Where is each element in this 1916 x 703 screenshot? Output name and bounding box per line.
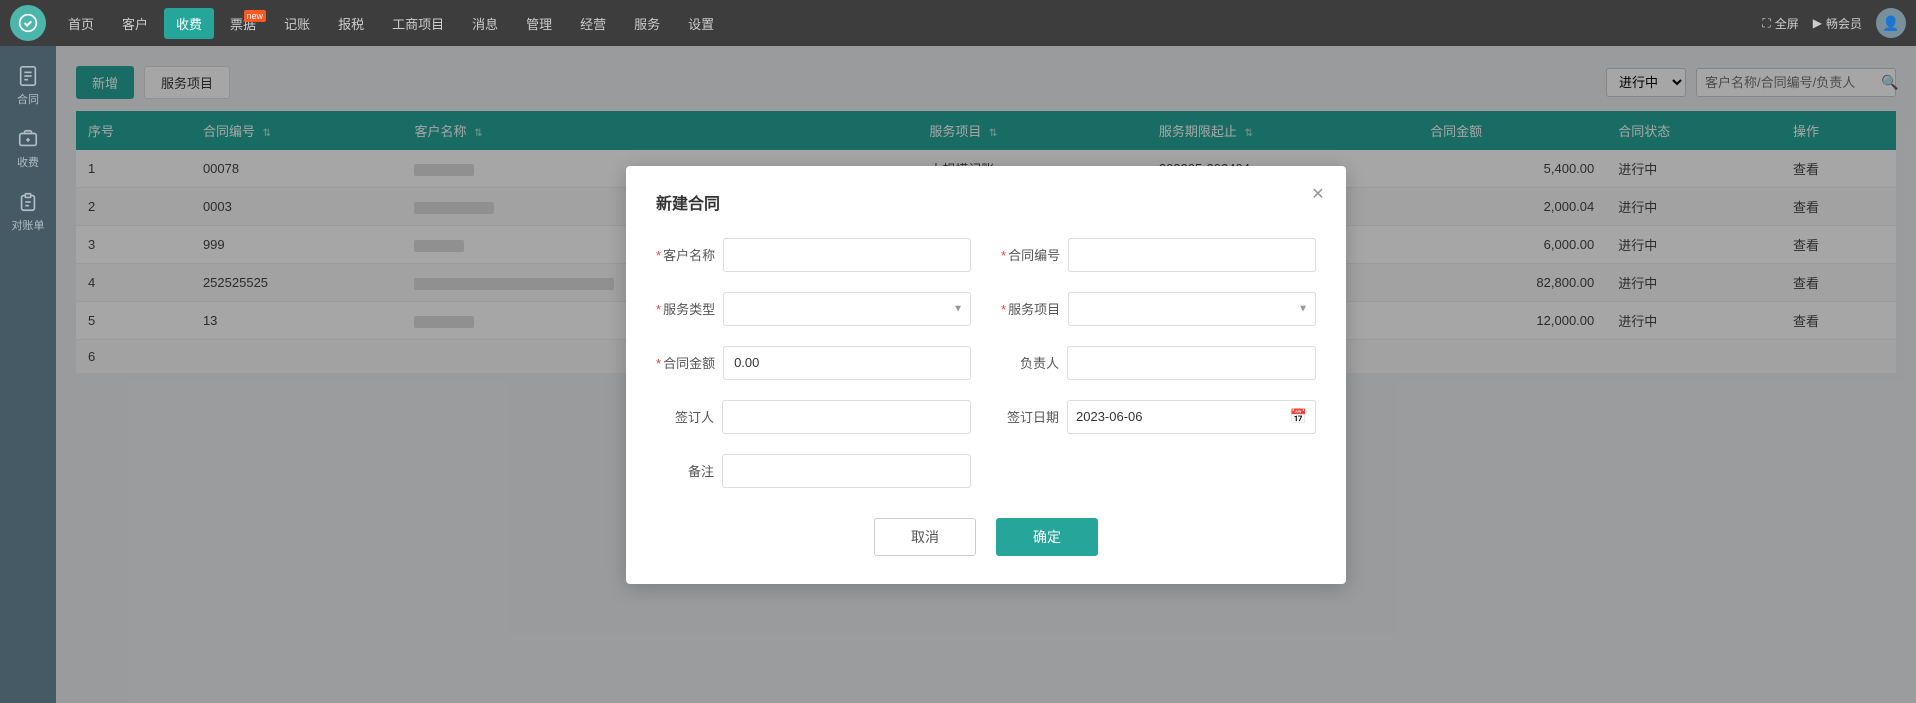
nav-settings[interactable]: 设置 xyxy=(676,8,726,39)
app-logo[interactable] xyxy=(10,5,46,41)
cancel-button[interactable]: 取消 xyxy=(874,518,976,556)
form-row-5: 备注 xyxy=(656,454,1316,488)
sidebar: 合同 收费 对账单 xyxy=(0,46,56,703)
input-owner[interactable] xyxy=(1067,346,1316,380)
label-service-item: *服务项目 xyxy=(1001,299,1060,318)
input-signer[interactable] xyxy=(722,400,971,434)
content-area: 新增 服务项目 进行中 已完成 已终止 🔍 序号 合同编号 ⇅ xyxy=(56,46,1916,703)
field-customer-name: *客户名称 xyxy=(656,238,971,272)
input-contract-no[interactable] xyxy=(1068,238,1316,272)
modal-title: 新建合同 xyxy=(656,190,1316,214)
sidebar-item-contract[interactable]: 合同 xyxy=(3,56,53,115)
nav-menu: 首页 客户 收费 票据 new 记账 报税 工商项目 消息 管理 经营 服务 设… xyxy=(56,8,1762,39)
form-row-1: *客户名称 *合同编号 xyxy=(656,238,1316,272)
field-signer: 签订人 xyxy=(656,400,971,434)
statement-icon xyxy=(16,190,40,214)
member-button[interactable]: ▶ 畅会员 xyxy=(1813,15,1862,32)
sidebar-label-fee: 收费 xyxy=(17,154,39,170)
modal-close-button[interactable]: ✕ xyxy=(1306,182,1330,206)
nav-home[interactable]: 首页 xyxy=(56,8,106,39)
nav-invoice[interactable]: 票据 new xyxy=(218,8,268,39)
user-avatar[interactable]: 👤 xyxy=(1876,8,1906,38)
form-row-3: *合同金额 负责人 xyxy=(656,346,1316,380)
select-wrapper-service-type: ▼ xyxy=(723,292,971,326)
play-icon: ▶ xyxy=(1813,16,1822,30)
fullscreen-icon: ⛶ xyxy=(1762,16,1770,31)
nav-bookkeeping[interactable]: 记账 xyxy=(272,8,322,39)
field-service-type: *服务类型 ▼ xyxy=(656,292,971,326)
input-remark[interactable] xyxy=(722,454,971,488)
calendar-icon[interactable]: 📅 xyxy=(1290,408,1307,425)
sidebar-label-contract: 合同 xyxy=(17,91,39,107)
nav-business[interactable]: 工商项目 xyxy=(380,8,456,39)
field-sign-date: 签订日期 📅 xyxy=(1001,400,1316,434)
nav-tax[interactable]: 报税 xyxy=(326,8,376,39)
date-field-wrap: 📅 xyxy=(1067,400,1316,434)
nav-service[interactable]: 服务 xyxy=(622,8,672,39)
field-contract-no: *合同编号 xyxy=(1001,238,1316,272)
input-sign-date[interactable] xyxy=(1076,409,1286,424)
sidebar-label-statement: 对账单 xyxy=(12,217,45,233)
nav-customer[interactable]: 客户 xyxy=(110,8,160,39)
label-customer-name: *客户名称 xyxy=(656,245,715,264)
field-owner: 负责人 xyxy=(1001,346,1316,380)
select-service-item[interactable] xyxy=(1068,292,1316,326)
input-amount[interactable] xyxy=(723,346,971,380)
form-row-2: *服务类型 ▼ *服务项目 xyxy=(656,292,1316,326)
new-badge: new xyxy=(244,10,267,22)
nav-operation[interactable]: 经营 xyxy=(568,8,618,39)
label-amount: *合同金额 xyxy=(656,353,715,372)
form-row-4: 签订人 签订日期 📅 xyxy=(656,400,1316,434)
label-signer: 签订人 xyxy=(656,407,714,426)
modal-overlay: ✕ 新建合同 *客户名称 *合同编号 xyxy=(56,46,1916,703)
main-layout: 合同 收费 对账单 xyxy=(0,46,1916,703)
label-contract-no: *合同编号 xyxy=(1001,245,1060,264)
confirm-button[interactable]: 确定 xyxy=(996,518,1098,556)
input-customer-name[interactable] xyxy=(723,238,971,272)
top-navigation: 首页 客户 收费 票据 new 记账 报税 工商项目 消息 管理 经营 服务 设… xyxy=(0,0,1916,46)
fee-icon xyxy=(16,127,40,151)
field-amount: *合同金额 xyxy=(656,346,971,380)
label-remark: 备注 xyxy=(656,461,714,480)
label-service-type: *服务类型 xyxy=(656,299,715,318)
sidebar-item-fee[interactable]: 收费 xyxy=(3,119,53,178)
nav-fee[interactable]: 收费 xyxy=(164,8,214,39)
fullscreen-button[interactable]: ⛶ 全屏 xyxy=(1762,15,1798,32)
contract-icon xyxy=(16,64,40,88)
nav-right-tools: ⛶ 全屏 ▶ 畅会员 👤 xyxy=(1762,8,1906,38)
new-contract-modal: ✕ 新建合同 *客户名称 *合同编号 xyxy=(626,166,1346,584)
label-owner: 负责人 xyxy=(1001,353,1059,372)
nav-manage[interactable]: 管理 xyxy=(514,8,564,39)
label-sign-date: 签订日期 xyxy=(1001,407,1059,426)
nav-message[interactable]: 消息 xyxy=(460,8,510,39)
select-wrapper-service-item: ▼ xyxy=(1068,292,1316,326)
modal-footer: 取消 确定 xyxy=(656,518,1316,556)
sidebar-item-statement[interactable]: 对账单 xyxy=(3,182,53,241)
field-remark: 备注 xyxy=(656,454,971,488)
select-service-type[interactable] xyxy=(723,292,971,326)
field-service-item: *服务项目 ▼ xyxy=(1001,292,1316,326)
